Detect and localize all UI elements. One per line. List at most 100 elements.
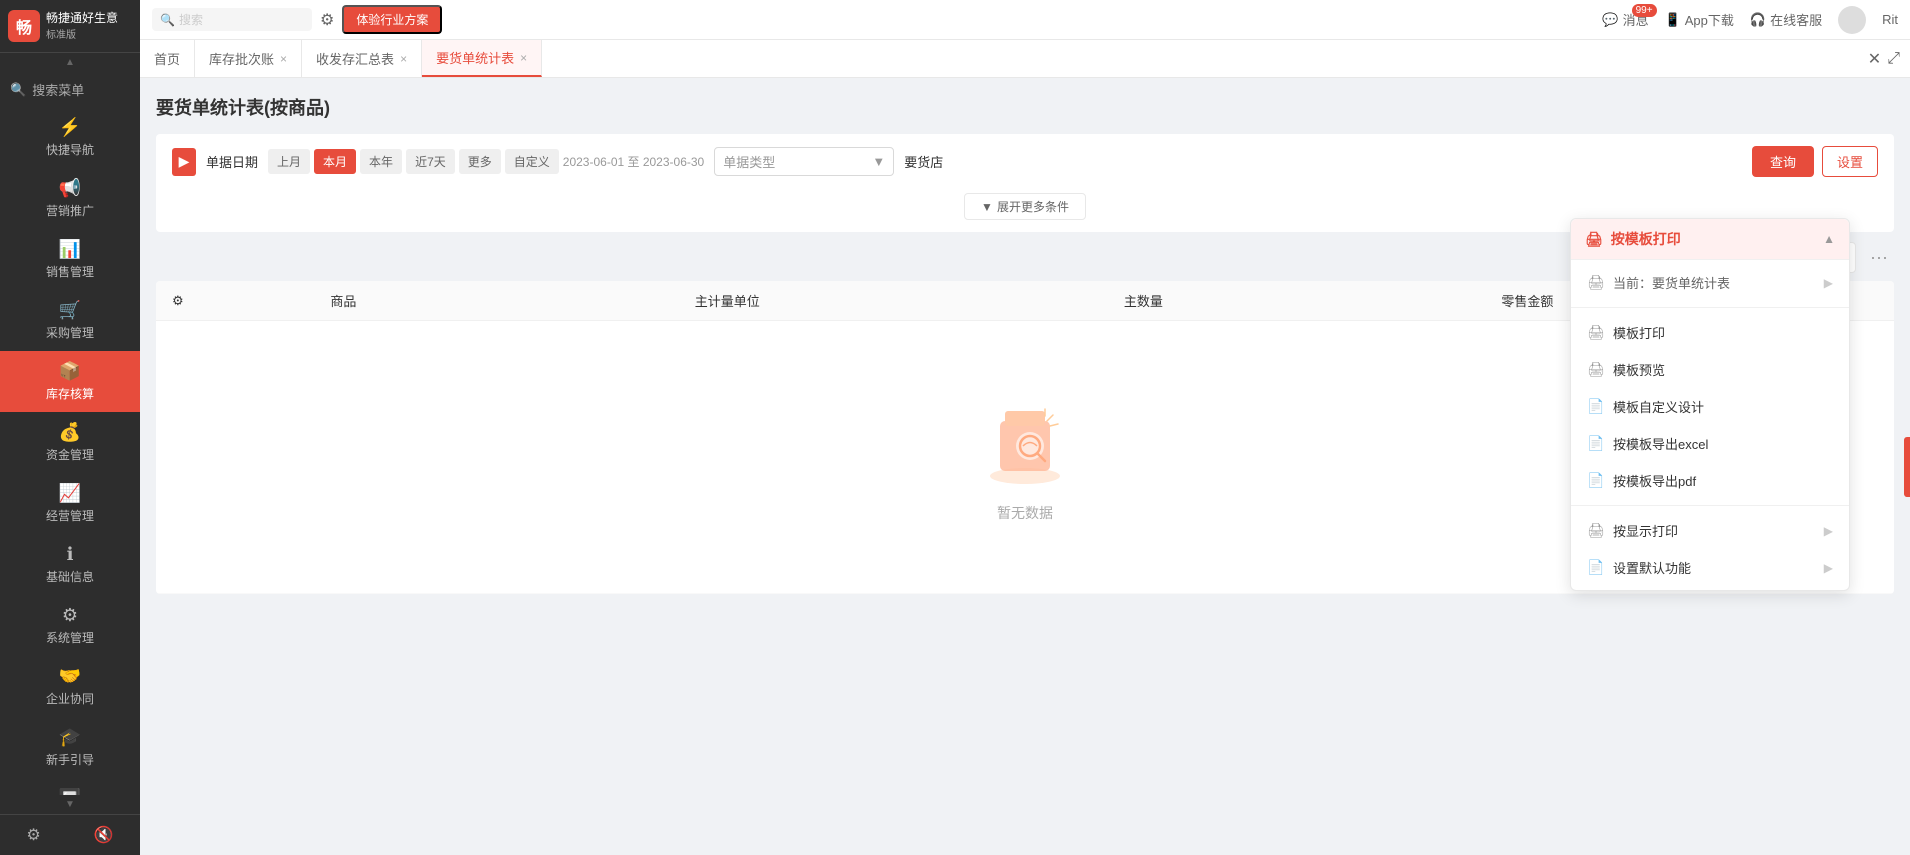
expand-more-btn[interactable]: ▼ 展开更多条件 — [964, 193, 1086, 220]
more-actions-icon[interactable]: ··· — [1864, 247, 1894, 268]
col-quantity: 主数量 — [968, 281, 1320, 321]
tab-close-receivables[interactable]: × — [400, 52, 407, 66]
date-btn-custom[interactable]: 自定义 — [505, 149, 559, 174]
tab-home[interactable]: 首页 — [140, 40, 195, 77]
dropdown-header: 🖨 按模板打印 ▲ — [1571, 219, 1849, 260]
sales-icon: 📊 — [59, 239, 81, 260]
basic-info-icon: ℹ — [67, 544, 74, 565]
dropdown-divider-2 — [1571, 505, 1849, 506]
sidebar-search-btn[interactable]: 🔍 搜索菜单 — [0, 72, 140, 107]
date-btn-this-year[interactable]: 本年 — [360, 149, 402, 174]
sidebar-item-inventory[interactable]: 📦 库存核算 — [0, 351, 140, 412]
display-print-label: 按显示打印 — [1613, 521, 1678, 540]
settings-icon[interactable]: ⚙ — [26, 825, 40, 845]
search-placeholder: 搜索 — [179, 11, 203, 28]
dropdown-display-print[interactable]: 🖨 按显示打印 ▶ — [1571, 512, 1849, 549]
sidebar-item-operations[interactable]: 📈 经营管理 — [0, 473, 140, 534]
dropdown-item-export-pdf[interactable]: 📄 按模板导出pdf — [1571, 462, 1849, 499]
dropdown-title: 🖨 按模板打印 — [1585, 229, 1681, 249]
topbar-search[interactable]: 🔍 搜索 — [152, 8, 312, 31]
topbar-gear-icon[interactable]: ⚙ — [320, 10, 334, 30]
sidebar-item-label: 经营管理 — [46, 507, 94, 524]
tab-inventory-batch[interactable]: 库存批次账 × — [195, 40, 302, 77]
tab-order-stats[interactable]: 要货单统计表 × — [422, 40, 542, 77]
sidebar-item-app-center[interactable]: 🔲 应用中心 — [0, 778, 140, 795]
query-btn[interactable]: 查询 — [1752, 146, 1814, 177]
date-btn-this-month[interactable]: 本月 — [314, 149, 356, 174]
template-preview-icon: 🖨 — [1587, 361, 1603, 378]
col-product: 商品 — [200, 281, 487, 321]
tab-close-order-stats[interactable]: × — [520, 51, 527, 65]
sidebar-item-system[interactable]: ⚙ 系统管理 — [0, 595, 140, 656]
tab-close-inventory-batch[interactable]: × — [280, 52, 287, 66]
sidebar-item-quick-nav[interactable]: ⚡ 快捷导航 — [0, 107, 140, 168]
app-download-btn[interactable]: 📱 App下载 — [1665, 10, 1734, 29]
app-download-label: App下载 — [1685, 10, 1734, 29]
date-btn-7days[interactable]: 近7天 — [406, 149, 455, 174]
export-excel-label: 按模板导出excel — [1613, 434, 1708, 453]
dropdown-current-section: 🖨 当前：要货单统计表 ▶ — [1571, 260, 1849, 305]
sidebar-item-label: 库存核算 — [46, 385, 94, 402]
expand-more-label: 展开更多条件 — [997, 198, 1069, 215]
order-type-select[interactable]: 单据类型 ▼ — [714, 147, 894, 176]
dropdown-header-right: ▲ — [1823, 232, 1835, 246]
dropdown-item-template-print[interactable]: 🖨 模板打印 — [1571, 314, 1849, 351]
dropdown-divider-1 — [1571, 307, 1849, 308]
sidebar-scroll-down[interactable]: ▼ — [0, 795, 140, 814]
sidebar-item-cooperation[interactable]: 🤝 企业协同 — [0, 656, 140, 717]
table-settings-icon[interactable]: ⚙ — [172, 293, 184, 308]
order-type-placeholder: 单据类型 — [723, 152, 775, 171]
app-center-icon: 🔲 — [59, 788, 81, 795]
export-excel-icon: 📄 — [1587, 435, 1603, 452]
tab-close-all-icon[interactable]: ✕ — [1868, 49, 1881, 69]
sidebar-item-sales[interactable]: 📊 销售管理 — [0, 229, 140, 290]
tab-label: 要货单统计表 — [436, 48, 514, 67]
tabs-bar: 首页 库存批次账 × 收发存汇总表 × 要货单统计表 × ✕ ⤢ — [140, 40, 1910, 78]
messages-badge: 99+ — [1632, 4, 1657, 17]
template-print-label: 模板打印 — [1613, 323, 1665, 342]
dropdown-item-export-excel[interactable]: 📄 按模板导出excel — [1571, 425, 1849, 462]
filter-actions: 查询 设置 — [1752, 146, 1878, 177]
date-btn-last-month[interactable]: 上月 — [268, 149, 310, 174]
purchase-icon: 🛒 — [59, 300, 81, 321]
date-btn-more[interactable]: 更多 — [459, 149, 501, 174]
sidebar-item-finance[interactable]: 💰 资金管理 — [0, 412, 140, 473]
dropdown-title-text: 按模板打印 — [1611, 229, 1681, 249]
message-icon: 💬 — [1602, 12, 1618, 28]
col-unit: 主计量单位 — [487, 281, 968, 321]
sidebar-item-marketing[interactable]: 📢 营销推广 — [0, 168, 140, 229]
topbar: 🔍 搜索 ⚙ 体验行业方案 💬 消息 99+ 📱 App下载 🎧 在线客服 Ri… — [140, 0, 1910, 40]
template-print-icon: 🖨 — [1587, 324, 1603, 341]
sidebar-item-newguide[interactable]: 🎓 新手引导 — [0, 717, 140, 778]
export-pdf-label: 按模板导出pdf — [1613, 471, 1696, 490]
sidebar-item-purchase[interactable]: 🛒 采购管理 — [0, 290, 140, 351]
filter-expand-arrow[interactable]: ▶ — [172, 148, 196, 176]
messages-btn[interactable]: 💬 消息 99+ — [1602, 10, 1648, 29]
tab-maximize-icon[interactable]: ⤢ — [1887, 50, 1900, 68]
sidebar-item-basic-info[interactable]: ℹ 基础信息 — [0, 534, 140, 595]
mute-icon[interactable]: 🔇 — [94, 825, 114, 845]
online-service-btn[interactable]: 🎧 在线客服 — [1750, 10, 1822, 29]
display-print-icon: 🖨 — [1587, 522, 1603, 539]
current-item-arrow: ▶ — [1824, 276, 1833, 290]
empty-illustration — [975, 391, 1075, 491]
sidebar-item-label: 基础信息 — [46, 568, 94, 585]
dropdown-item-template-custom[interactable]: 📄 模板自定义设计 — [1571, 388, 1849, 425]
expand-more-icon: ▼ — [981, 200, 993, 214]
sidebar-search-label: 搜索菜单 — [32, 80, 84, 99]
dropdown-current-item[interactable]: 🖨 当前：要货单统计表 ▶ — [1571, 264, 1849, 301]
dropdown-set-default[interactable]: 📄 设置默认功能 ▶ — [1571, 549, 1849, 586]
sidebar-item-label: 系统管理 — [46, 629, 94, 646]
filter-row: ▶ 单据日期 上月 本月 本年 近7天 更多 自定义 2023-06-01 至 … — [172, 146, 1878, 177]
dropdown-item-template-preview[interactable]: 🖨 模板预览 — [1571, 351, 1849, 388]
dropdown-up-icon[interactable]: ▲ — [1823, 232, 1835, 246]
user-avatar[interactable] — [1838, 6, 1866, 34]
sidebar-item-label: 快捷导航 — [46, 141, 94, 158]
sidebar-item-label: 营销推广 — [46, 202, 94, 219]
username-label: Rit — [1882, 12, 1898, 27]
date-filter-label: 单据日期 — [206, 152, 258, 171]
settings-btn[interactable]: 设置 — [1822, 146, 1878, 177]
tab-receivables-summary[interactable]: 收发存汇总表 × — [302, 40, 422, 77]
trial-btn[interactable]: 体验行业方案 — [342, 5, 442, 34]
sidebar-scroll-up[interactable]: ▲ — [0, 53, 140, 72]
